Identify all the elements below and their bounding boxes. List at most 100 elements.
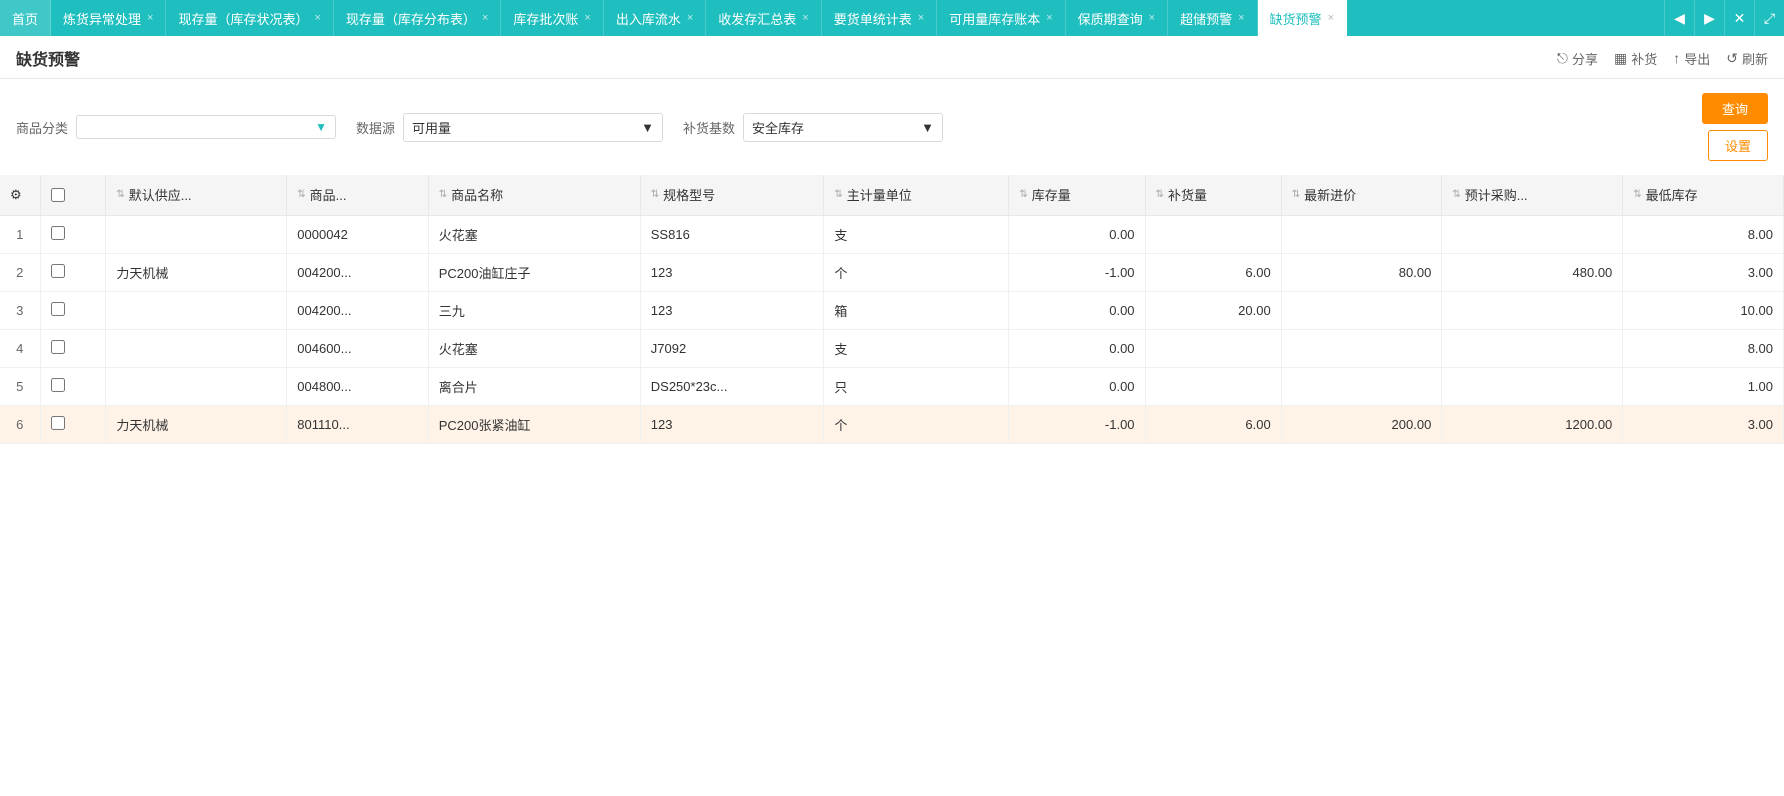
tab-shortage[interactable]: 缺货预警 × [1258, 0, 1347, 36]
row-spec: SS816 [640, 215, 824, 253]
tab-expiry[interactable]: 保质期查询 × [1066, 0, 1168, 36]
tab-home[interactable]: 首页 [0, 0, 51, 36]
nav-next-button[interactable]: ▶ [1694, 0, 1724, 36]
category-select[interactable]: ▼ [76, 115, 336, 139]
row-supplier [106, 291, 287, 329]
tab-lian-huo-close[interactable]: × [147, 12, 153, 24]
tab-flow-label: 出入库流水 [616, 9, 681, 28]
replenish-base-select[interactable]: 安全库存 ▼ [743, 113, 943, 142]
select-all-checkbox[interactable] [51, 188, 65, 202]
row-stock: 0.00 [1009, 291, 1145, 329]
nav-close-button[interactable]: ✕ [1724, 0, 1754, 36]
nav-controls: ◀ ▶ ✕ ⤢ [1664, 0, 1784, 36]
tab-flow-close[interactable]: × [687, 12, 693, 24]
tab-overstock[interactable]: 超储预警 × [1168, 0, 1257, 36]
tab-stock-dist-close[interactable]: × [482, 12, 488, 24]
sort-icon-name: ⇅ [439, 189, 447, 200]
nav-prev-button[interactable]: ◀ [1664, 0, 1694, 36]
datasource-select[interactable]: 可用量 ▼ [403, 113, 663, 142]
tab-batch-close[interactable]: × [584, 12, 590, 24]
row-checkbox[interactable] [51, 226, 65, 240]
tab-lian-huo-label: 炼货异常处理 [63, 9, 141, 28]
row-min-stock: 3.00 [1623, 405, 1784, 443]
row-min-stock: 1.00 [1623, 367, 1784, 405]
export-button[interactable]: ↑ 导出 [1673, 49, 1710, 68]
sort-icon-price: ⇅ [1292, 189, 1300, 200]
row-replenish [1145, 329, 1281, 367]
tab-available[interactable]: 可用量库存账本 × [937, 0, 1065, 36]
tab-home-label: 首页 [12, 9, 38, 28]
share-label: 分享 [1572, 49, 1598, 68]
tab-stock-dist[interactable]: 现存量（库存分布表） × [334, 0, 501, 36]
tab-summary[interactable]: 收发存汇总表 × [706, 0, 821, 36]
tab-flow[interactable]: 出入库流水 × [604, 0, 706, 36]
replenish-base-filter: 补货基数 安全库存 ▼ [683, 113, 943, 142]
tab-order-stats-close[interactable]: × [918, 12, 924, 24]
row-replenish: 6.00 [1145, 253, 1281, 291]
col-product-name: ⇅ 商品名称 [428, 175, 640, 215]
table-row: 4 004600... 火花塞 J7092 支 0.00 8.00 [0, 329, 1784, 367]
tab-overstock-close[interactable]: × [1238, 12, 1244, 24]
row-product-code: 0000042 [287, 215, 428, 253]
replenish-button[interactable]: ▦ 补货 [1614, 49, 1657, 68]
page-title: 缺货预警 [16, 46, 80, 70]
row-product-name: 三九 [428, 291, 640, 329]
row-latest-price [1281, 215, 1442, 253]
row-stock: 0.00 [1009, 329, 1145, 367]
sort-icon-est: ⇅ [1452, 189, 1460, 200]
row-unit: 支 [824, 329, 1009, 367]
row-latest-price: 80.00 [1281, 253, 1442, 291]
row-num: 6 [0, 405, 40, 443]
table-row: 1 0000042 火花塞 SS816 支 0.00 8.00 [0, 215, 1784, 253]
page-header: 缺货预警 ⎋ 分享 ▦ 补货 ↑ 导出 ↺ 刷新 [0, 36, 1784, 79]
query-button[interactable]: 查询 [1702, 93, 1768, 124]
tab-summary-close[interactable]: × [802, 12, 808, 24]
row-checkbox-cell [40, 405, 106, 443]
replenish-base-dropdown-icon: ▼ [921, 120, 934, 135]
row-stock: 0.00 [1009, 215, 1145, 253]
gear-icon[interactable]: ⚙ [10, 187, 22, 203]
tab-lian-huo[interactable]: 炼货异常处理 × [51, 0, 166, 36]
settings-button[interactable]: 设置 [1708, 130, 1768, 161]
row-supplier [106, 367, 287, 405]
row-checkbox-cell [40, 291, 106, 329]
share-button[interactable]: ⎋ 分享 [1557, 49, 1598, 68]
row-replenish: 20.00 [1145, 291, 1281, 329]
tab-order-stats-label: 要货单统计表 [834, 9, 912, 28]
tab-available-close[interactable]: × [1046, 12, 1052, 24]
row-estimated-purchase [1442, 329, 1623, 367]
refresh-button[interactable]: ↺ 刷新 [1726, 49, 1768, 68]
row-latest-price: 200.00 [1281, 405, 1442, 443]
row-spec: 123 [640, 291, 824, 329]
tab-stock-status-close[interactable]: × [314, 12, 320, 24]
tab-batch[interactable]: 库存批次账 × [501, 0, 603, 36]
tab-shortage-close[interactable]: × [1328, 12, 1334, 24]
sort-icon-stock: ⇅ [1019, 189, 1027, 200]
nav-expand-button[interactable]: ⤢ [1754, 0, 1784, 36]
row-spec: DS250*23c... [640, 367, 824, 405]
replenish-base-value: 安全库存 [752, 118, 804, 137]
tab-expiry-close[interactable]: × [1149, 12, 1155, 24]
tab-order-stats[interactable]: 要货单统计表 × [822, 0, 937, 36]
tab-shortage-label: 缺货预警 [1270, 9, 1322, 28]
row-estimated-purchase [1442, 367, 1623, 405]
row-checkbox[interactable] [51, 378, 65, 392]
col-unit: ⇅ 主计量单位 [824, 175, 1009, 215]
row-estimated-purchase [1442, 291, 1623, 329]
top-navigation: 首页 炼货异常处理 × 现存量（库存状况表） × 现存量（库存分布表） × 库存… [0, 0, 1784, 36]
row-checkbox[interactable] [51, 416, 65, 430]
row-checkbox[interactable] [51, 340, 65, 354]
row-supplier [106, 215, 287, 253]
category-dropdown-icon: ▼ [315, 120, 327, 134]
row-min-stock: 8.00 [1623, 329, 1784, 367]
tab-stock-dist-label: 现存量（库存分布表） [346, 9, 476, 28]
table-row: 2 力天机械 004200... PC200油缸庄子 123 个 -1.00 6… [0, 253, 1784, 291]
row-supplier [106, 329, 287, 367]
row-spec: 123 [640, 405, 824, 443]
tab-stock-status[interactable]: 现存量（库存状况表） × [166, 0, 333, 36]
sort-icon-spec: ⇅ [651, 189, 659, 200]
sort-icon-replenish: ⇅ [1156, 189, 1164, 200]
row-checkbox[interactable] [51, 264, 65, 278]
row-estimated-purchase [1442, 215, 1623, 253]
row-checkbox[interactable] [51, 302, 65, 316]
